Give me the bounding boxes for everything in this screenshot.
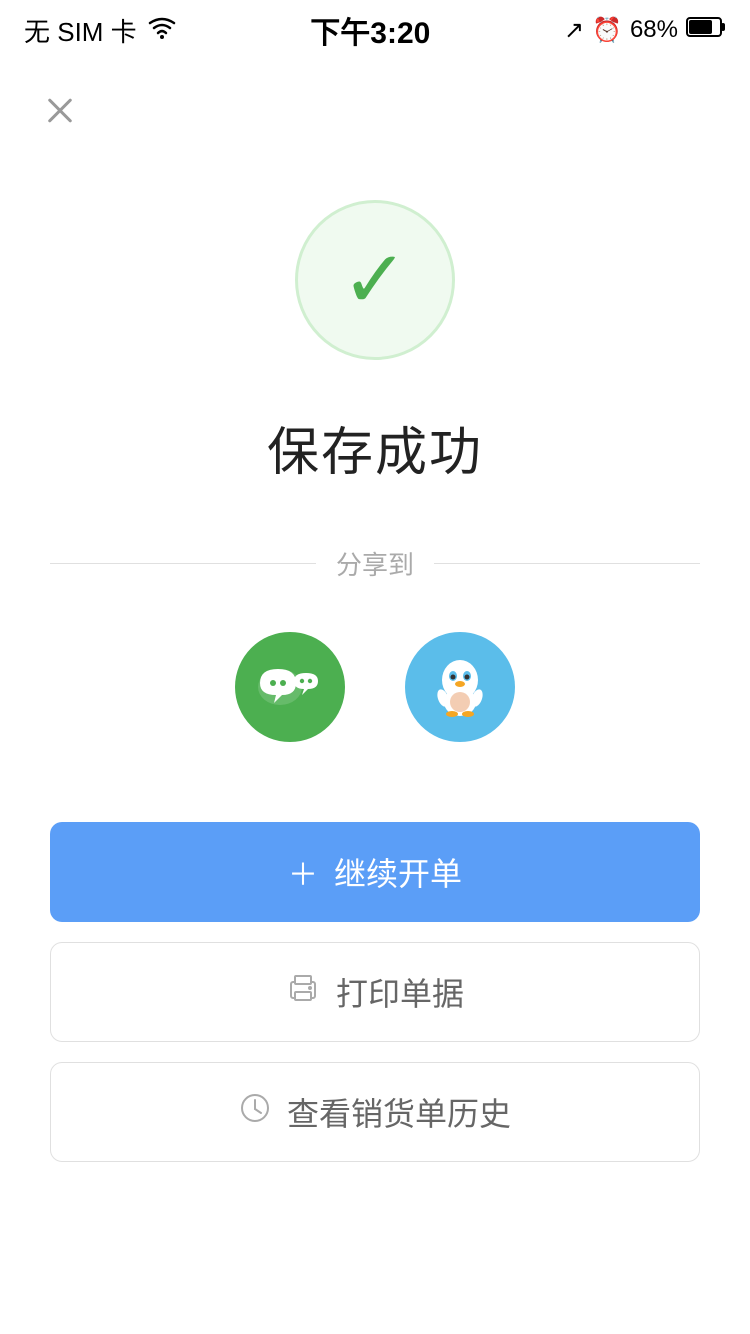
print-button[interactable]: 打印单据 xyxy=(50,942,700,1042)
history-label: 查看销货单历史 xyxy=(287,1089,511,1135)
wifi-icon xyxy=(147,15,177,46)
wechat-icon xyxy=(256,657,324,717)
action-buttons: ＋ 继续开单 打印单据 xyxy=(50,822,700,1162)
status-right: ↗ ⏰ 68% xyxy=(564,16,726,45)
status-time: 下午3:20 xyxy=(310,8,430,52)
plus-icon: ＋ xyxy=(288,850,318,894)
share-icons-row xyxy=(235,632,515,742)
success-title: 保存成功 xyxy=(267,410,483,485)
status-bar: 无 SIM 卡 下午3:20 ↗ ⏰ 68% xyxy=(0,0,750,60)
status-left: 无 SIM 卡 xyxy=(24,12,177,49)
close-button[interactable] xyxy=(30,80,90,140)
qq-share-button[interactable] xyxy=(405,632,515,742)
success-circle: ✓ xyxy=(295,200,455,360)
alarm-icon: ⏰ xyxy=(592,16,622,45)
clock-icon xyxy=(239,1092,271,1132)
divider-right xyxy=(434,563,700,564)
share-label: 分享到 xyxy=(336,545,414,582)
battery-percentage: 68% xyxy=(630,16,678,44)
battery-icon xyxy=(686,16,726,45)
wechat-share-button[interactable] xyxy=(235,632,345,742)
print-icon xyxy=(286,972,320,1012)
no-sim-label: 无 SIM 卡 xyxy=(24,12,137,49)
continue-button[interactable]: ＋ 继续开单 xyxy=(50,822,700,922)
continue-label: 继续开单 xyxy=(334,849,462,895)
divider-left xyxy=(50,563,316,564)
qq-icon xyxy=(431,652,489,722)
location-icon: ↗ xyxy=(564,16,584,45)
history-button[interactable]: 查看销货单历史 xyxy=(50,1062,700,1162)
checkmark-icon: ✓ xyxy=(341,240,408,320)
share-divider: 分享到 xyxy=(50,545,700,582)
main-content: ✓ 保存成功 分享到 xyxy=(0,160,750,1334)
print-label: 打印单据 xyxy=(336,969,464,1015)
